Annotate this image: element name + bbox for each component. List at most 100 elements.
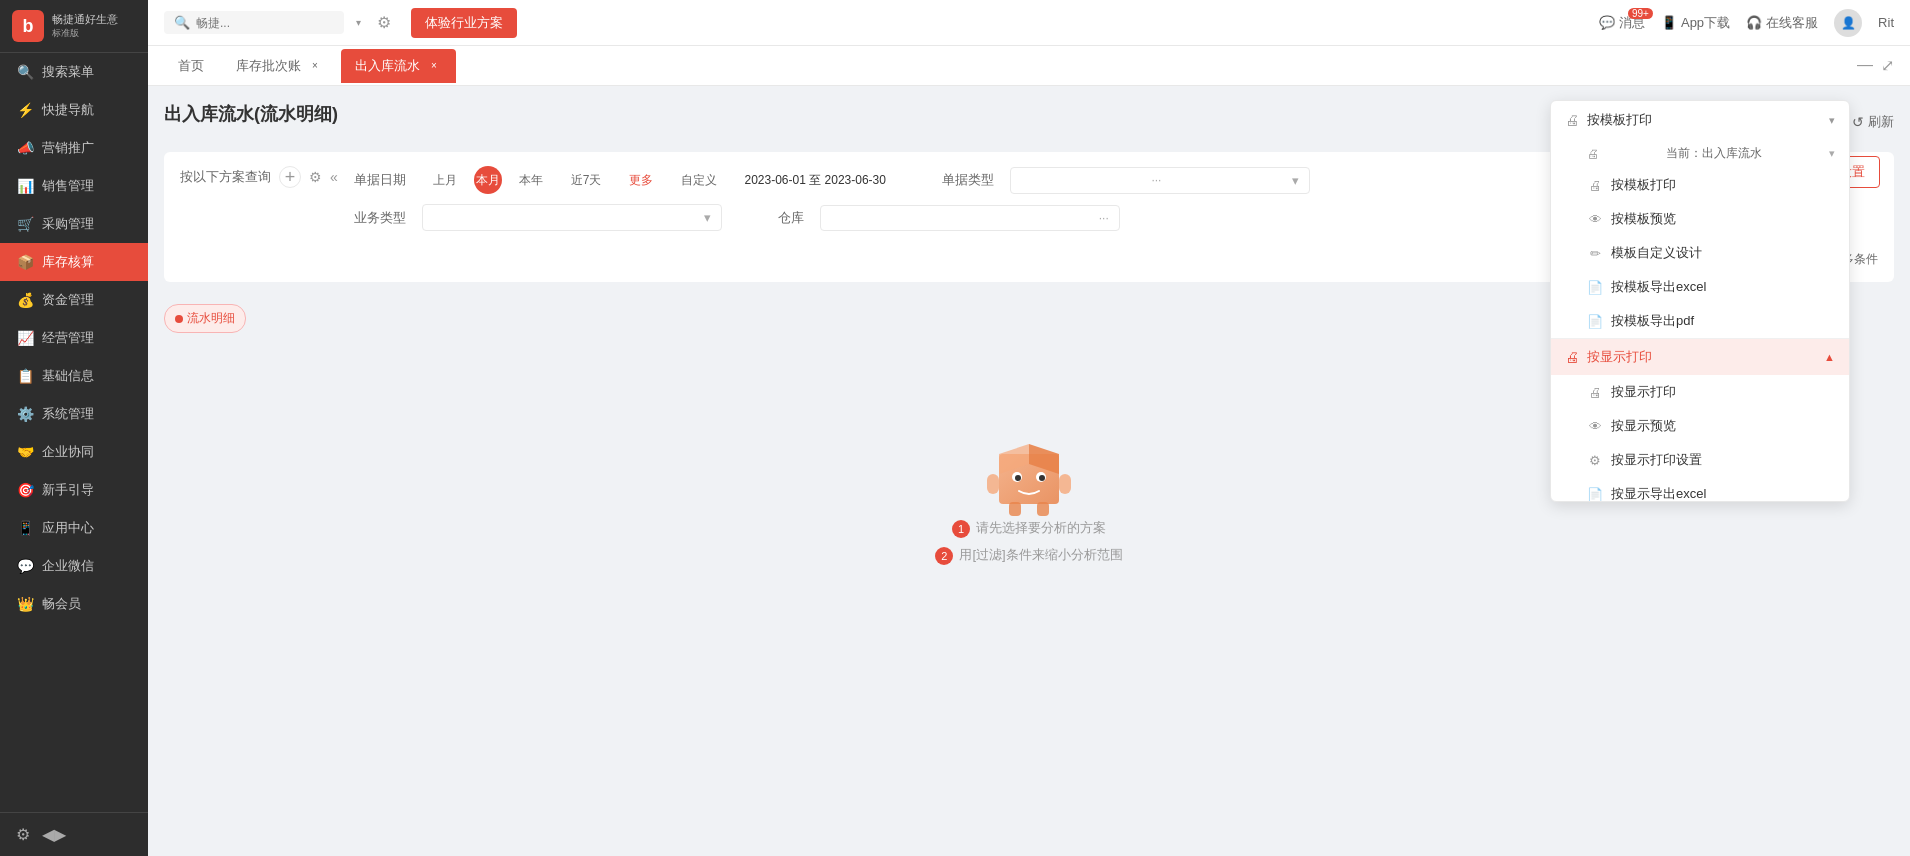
refresh-label[interactable]: 刷新	[1868, 113, 1894, 131]
app-version: 标准版	[52, 27, 118, 40]
sidebar-item-label: 新手引导	[42, 481, 94, 499]
print-template-excel-item[interactable]: 📄 按模板导出excel	[1551, 270, 1849, 304]
tab-flow[interactable]: 出入库流水 ×	[341, 49, 456, 83]
sidebar-item-label: 营销推广	[42, 139, 94, 157]
type-filter-label: 单据类型	[942, 171, 994, 189]
trial-industry-button[interactable]: 体验行业方案	[411, 8, 517, 38]
doc-type-more[interactable]: ···	[1151, 173, 1161, 187]
date-tag-custom[interactable]: 自定义	[670, 168, 728, 193]
current-chevron[interactable]: ▾	[1829, 147, 1835, 160]
date-tag-7days[interactable]: 近7天	[560, 168, 613, 193]
header-search-box[interactable]: 🔍	[164, 11, 344, 34]
header-gear-icon[interactable]: ⚙	[377, 13, 391, 32]
hint-num-2: 2	[935, 547, 953, 565]
display-print-item[interactable]: 🖨 按显示打印	[1551, 375, 1849, 409]
tab-batch-label: 库存批次账	[236, 57, 301, 75]
date-tag-current-year[interactable]: 本年	[508, 168, 554, 193]
collapse-sidebar-icon[interactable]: ◀▶	[42, 825, 66, 844]
date-tag-more[interactable]: 更多	[618, 168, 664, 193]
sidebar-item-purchase[interactable]: 🛒 采购管理	[0, 205, 148, 243]
hint-num-1: 1	[952, 520, 970, 538]
sidebar-item-operation[interactable]: 📈 经营管理	[0, 319, 148, 357]
sidebar-item-label: 销售管理	[42, 177, 94, 195]
sidebar-footer: ⚙ ◀▶	[0, 812, 148, 856]
phone-icon: 📱	[1661, 15, 1677, 30]
sidebar-item-finance[interactable]: 💰 资金管理	[0, 281, 148, 319]
sidebar-item-inventory[interactable]: 📦 库存核算	[0, 243, 148, 281]
sidebar-item-member[interactable]: 👑 畅会员	[0, 585, 148, 623]
filter-collapse-left-icon[interactable]: «	[330, 169, 338, 185]
sidebar-item-guide[interactable]: 🎯 新手引导	[0, 471, 148, 509]
header-search-input[interactable]	[196, 16, 296, 30]
sidebar-item-label: 采购管理	[42, 215, 94, 233]
print-template-print-label: 按模板打印	[1611, 176, 1676, 194]
sidebar-item-search[interactable]: 🔍 搜索菜单	[0, 53, 148, 91]
print-template-pdf-item[interactable]: 📄 按模板导出pdf	[1551, 304, 1849, 338]
sidebar-item-marketing[interactable]: 📣 营销推广	[0, 129, 148, 167]
print-template-design-item[interactable]: ✏ 模板自定义设计	[1551, 236, 1849, 270]
doc-type-chevron[interactable]: ▾	[1292, 173, 1299, 188]
sidebar-item-label: 应用中心	[42, 519, 94, 537]
date-range-display: 2023-06-01 至 2023-06-30	[744, 172, 885, 189]
print-template-preview-item[interactable]: 👁 按模板预览	[1551, 202, 1849, 236]
date-tag-prev-month[interactable]: 上月	[422, 168, 468, 193]
filter-add-icon[interactable]: +	[279, 166, 301, 188]
sales-icon: 📊	[16, 177, 34, 195]
tab-batch-close[interactable]: ×	[307, 58, 323, 74]
tab-flow-close[interactable]: ×	[426, 58, 442, 74]
sidebar-item-sales[interactable]: 📊 销售管理	[0, 167, 148, 205]
sidebar-item-shortcut[interactable]: ⚡ 快捷导航	[0, 91, 148, 129]
date-filter-label: 单据日期	[354, 171, 406, 189]
warehouse-more[interactable]: ···	[1099, 211, 1109, 225]
pdf-icon: 📄	[1587, 313, 1603, 329]
display-preview-item[interactable]: 👁 按显示预览	[1551, 409, 1849, 443]
print-display-section-header[interactable]: 🖨 按显示打印 ▲	[1551, 339, 1849, 375]
biz-type-select[interactable]: ▾	[422, 204, 722, 231]
header-dropdown-chevron[interactable]: ▾	[356, 17, 361, 28]
display-preview-icon: 👁	[1587, 418, 1603, 434]
sidebar-item-wechat[interactable]: 💬 企业微信	[0, 547, 148, 585]
settings-bottom-icon[interactable]: ⚙	[16, 825, 30, 844]
print-template-section: 🖨 按模板打印 ▾ 🖨 当前：出入库流水 ▾ 🖨 按模板打印 👁 按模板预览	[1551, 101, 1849, 339]
display-print-settings-item[interactable]: ⚙ 按显示打印设置	[1551, 443, 1849, 477]
svg-point-3	[1015, 475, 1021, 481]
print-template-print-item[interactable]: 🖨 按模板打印	[1551, 168, 1849, 202]
sidebar-item-label: 经营管理	[42, 329, 94, 347]
svg-rect-5	[987, 474, 999, 494]
date-tag-current-month[interactable]: 本月	[474, 166, 502, 194]
finance-icon: 💰	[16, 291, 34, 309]
operation-icon: 📈	[16, 329, 34, 347]
section2-chevron[interactable]: ▲	[1824, 351, 1835, 363]
online-service-button[interactable]: 🎧 在线客服	[1746, 14, 1818, 32]
sidebar-item-system[interactable]: ⚙️ 系统管理	[0, 395, 148, 433]
display-excel-item[interactable]: 📄 按显示导出excel	[1551, 477, 1849, 501]
print-template-header-label: 按模板打印	[1587, 111, 1652, 129]
sidebar-item-collab[interactable]: 🤝 企业协同	[0, 433, 148, 471]
print-display-section: 🖨 按显示打印 ▲ 🖨 按显示打印 👁 按显示预览 ⚙ 按显示打印设置	[1551, 339, 1849, 501]
biz-type-chevron[interactable]: ▾	[704, 210, 711, 225]
tab-batch[interactable]: 库存批次账 ×	[222, 49, 337, 83]
doc-type-select[interactable]: ··· ▾	[1010, 167, 1310, 194]
print-template-preview-label: 按模板预览	[1611, 210, 1676, 228]
filter-gear-icon[interactable]: ⚙	[309, 169, 322, 185]
tab-maximize-icon[interactable]: ⤢	[1881, 56, 1894, 75]
print-template-excel-label: 按模板导出excel	[1611, 278, 1706, 296]
sidebar-item-label: 资金管理	[42, 291, 94, 309]
section1-chevron[interactable]: ▾	[1829, 114, 1835, 127]
warehouse-select[interactable]: ···	[820, 205, 1120, 231]
tab-minimize-icon[interactable]: —	[1857, 56, 1873, 75]
user-avatar[interactable]: 👤	[1834, 9, 1862, 37]
print-template-section-header[interactable]: 🖨 按模板打印 ▾	[1551, 101, 1849, 139]
tab-home[interactable]: 首页	[164, 49, 218, 83]
print-icon: 🖨	[1587, 177, 1603, 193]
app-download-button[interactable]: 📱 App下载	[1661, 14, 1730, 32]
sub-filter-item-flow-detail[interactable]: 流水明细	[164, 304, 246, 333]
display-print-label: 按显示打印	[1611, 383, 1676, 401]
svg-rect-6	[1059, 474, 1071, 494]
current-label-text: 当前：出入库流水	[1666, 145, 1762, 162]
apps-icon: 📱	[16, 519, 34, 537]
message-button[interactable]: 💬 消息 99+	[1599, 14, 1645, 32]
sidebar-item-basic[interactable]: 📋 基础信息	[0, 357, 148, 395]
sidebar-item-apps[interactable]: 📱 应用中心	[0, 509, 148, 547]
hint-text-1: 请先选择要分析的方案	[976, 519, 1106, 537]
